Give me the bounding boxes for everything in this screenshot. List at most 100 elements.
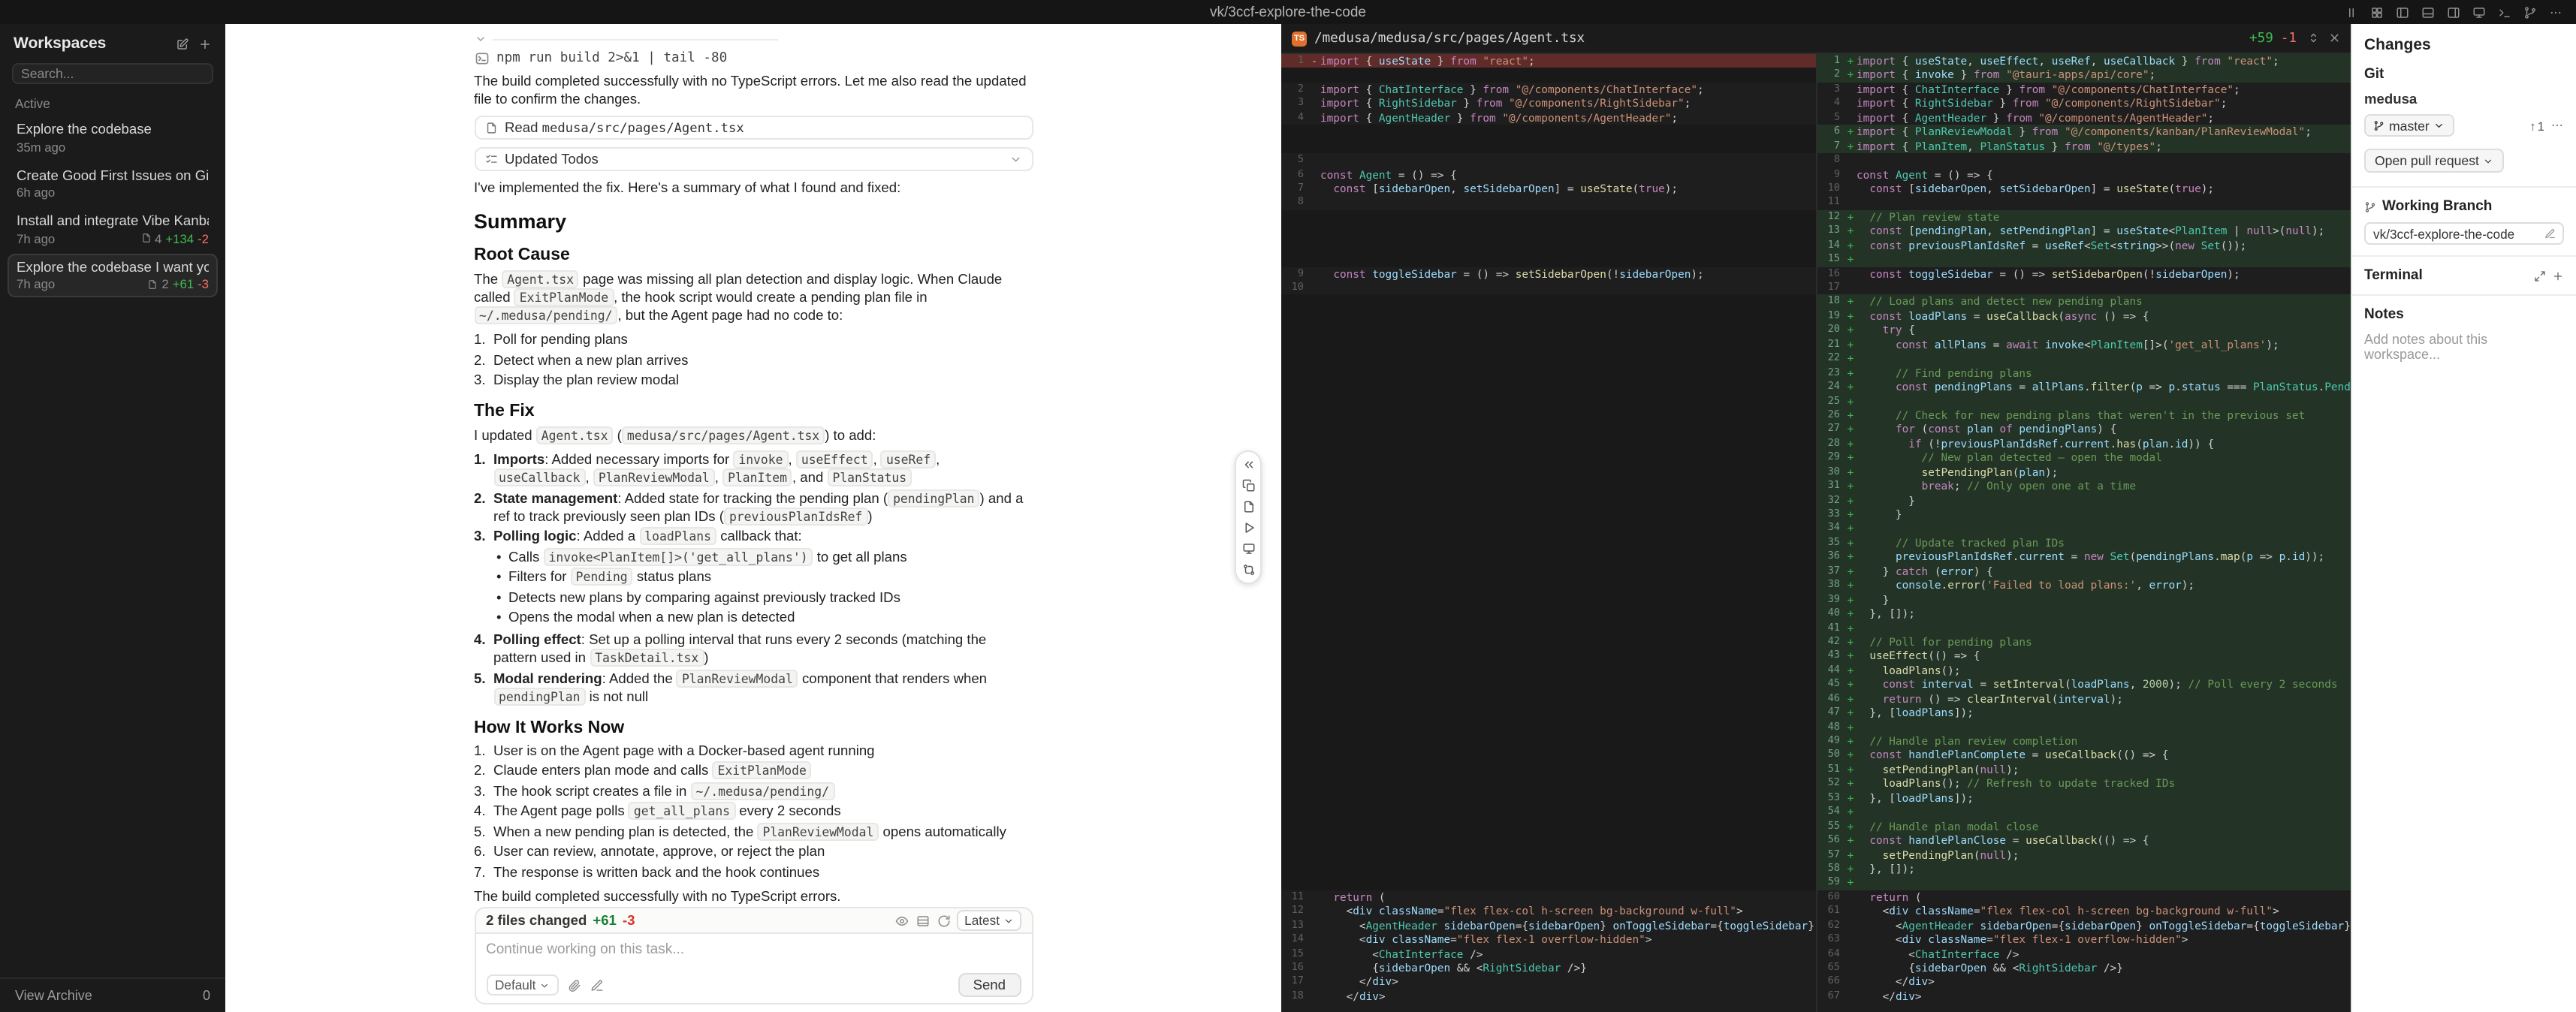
notes-section[interactable]: Notes <box>2364 306 2564 323</box>
diff-marker: + <box>1845 862 1857 876</box>
pen-icon[interactable] <box>590 978 603 992</box>
more-menu-icon[interactable] <box>2550 119 2564 132</box>
diff-line <box>1281 578 1816 592</box>
view-archive-label[interactable]: View Archive <box>15 988 92 1003</box>
code-text <box>1320 493 1816 508</box>
code-text <box>1320 592 1816 607</box>
diff-marker <box>1308 68 1320 83</box>
panel-left-icon[interactable] <box>2396 5 2409 19</box>
terminal-icon[interactable] <box>2498 5 2511 19</box>
code-text: try { <box>1857 324 2351 338</box>
monitor-icon[interactable] <box>2472 5 2486 19</box>
terminal-section[interactable]: Terminal <box>2364 267 2564 284</box>
workspace-badges: 4+134-2 <box>140 230 209 245</box>
diff-marker <box>1308 678 1320 692</box>
floating-toolbar <box>1235 450 1262 584</box>
file-icon[interactable] <box>1241 500 1255 514</box>
workspace-item[interactable]: Create Good First Issues on Github So...… <box>8 161 218 206</box>
files-changed-bar[interactable]: 2 files changed +61 -3 Latest <box>474 907 1033 934</box>
code-text: break; // Only open one at a time <box>1857 479 2351 493</box>
git-compare-icon[interactable] <box>1241 563 1255 577</box>
line-number: 33 <box>1817 508 1845 522</box>
collapsed-block[interactable] <box>474 33 1033 45</box>
diff-marker <box>1845 267 1857 281</box>
edit-icon[interactable] <box>2544 228 2555 239</box>
divider <box>2352 255 2576 257</box>
topbar-icons <box>2345 5 2576 19</box>
tool-call[interactable]: Updated Todos <box>474 147 1033 171</box>
panel-right-icon[interactable] <box>2447 5 2460 19</box>
sidebar-footer[interactable]: View Archive 0 <box>0 977 225 1012</box>
chevrons-left-icon[interactable] <box>1241 458 1255 471</box>
diff-line <box>1281 68 1816 83</box>
line-number: 12 <box>1817 210 1845 224</box>
additions-count: +61 <box>593 913 617 928</box>
code-text: // New plan detected — open the modal <box>1857 451 2351 465</box>
refresh-icon[interactable] <box>937 914 951 927</box>
message-input[interactable]: Continue working on this task... Default… <box>474 934 1033 1004</box>
chat-scroll-area[interactable]: npm run build 2>&1 | tail -80The build c… <box>225 24 1281 907</box>
line-number: 41 <box>1817 621 1845 635</box>
workspace-item[interactable]: Install and integrate Vibe Kanban Web...… <box>8 207 218 251</box>
chevron-up-down-icon[interactable] <box>2307 32 2320 45</box>
send-button[interactable]: Send <box>958 973 1021 997</box>
paperclip-icon[interactable] <box>567 978 581 992</box>
search-input[interactable] <box>21 66 204 81</box>
diff-line: 12+ // Plan review state <box>1817 210 2351 224</box>
new-terminal-icon[interactable] <box>2552 270 2564 282</box>
chevron-down-icon[interactable] <box>1009 153 1022 166</box>
git-branch-icon[interactable] <box>2523 5 2537 19</box>
inline-code: PlanReviewModal <box>677 669 798 687</box>
workspace-item[interactable]: Explore the codebase I want you to ex...… <box>8 253 218 297</box>
line-number <box>1281 649 1308 664</box>
code-text <box>1320 295 1816 309</box>
edit-square-icon[interactable] <box>176 37 189 50</box>
monitor-icon[interactable] <box>1241 542 1255 556</box>
latest-dropdown[interactable]: Latest <box>957 910 1021 931</box>
chat-content: npm run build 2>&1 | tail -80The build c… <box>474 24 1033 905</box>
bullet-item: •Opens the modal when a new plan is dete… <box>493 608 1033 626</box>
line-number: 55 <box>1817 819 1845 833</box>
tool-call[interactable]: Read medusa/src/pages/Agent.tsx <box>474 116 1033 140</box>
diff-marker <box>1308 777 1320 791</box>
diff-line: 9const Agent = () => { <box>1817 167 2351 182</box>
line-number <box>1281 691 1308 706</box>
line-number: 19 <box>1817 309 1845 324</box>
chevron-down-icon <box>538 980 549 990</box>
diff-marker <box>1308 890 1320 905</box>
terminal-command[interactable]: npm run build 2>&1 | tail -80 <box>474 51 1033 66</box>
panel-bottom-icon[interactable] <box>2421 5 2435 19</box>
code-text: <ChatInterface /> <box>1320 947 1816 961</box>
bullet-list: •Calls invoke<PlanItem[]>('get_all_plans… <box>493 547 1033 626</box>
diff-line: 15 <ChatInterface /> <box>1281 947 1816 961</box>
layout-grid-icon[interactable] <box>2370 5 2384 19</box>
list-item: 3.Display the plan review modal <box>474 371 1033 389</box>
diff-line: 12 <div className="flex flex-col h-scree… <box>1281 905 1816 919</box>
rows-icon[interactable] <box>916 914 930 927</box>
more-horizontal-icon[interactable] <box>2549 5 2562 19</box>
play-icon[interactable] <box>1241 521 1255 535</box>
model-dropdown[interactable]: Default <box>486 974 558 995</box>
plus-icon[interactable] <box>198 37 212 50</box>
branch-selector[interactable]: master <box>2364 114 2454 137</box>
chevron-down-icon[interactable] <box>474 33 486 45</box>
list-item: 7.The response is written back and the h… <box>474 863 1033 881</box>
line-number: 13 <box>1281 918 1308 932</box>
notes-placeholder[interactable]: Add notes about this workspace... <box>2364 332 2564 362</box>
copy-icon[interactable] <box>1241 479 1255 492</box>
diff-marker <box>1308 607 1320 621</box>
working-branch-input[interactable]: vk/3ccf-explore-the-code <box>2364 222 2564 245</box>
pause-icon[interactable] <box>2345 5 2358 19</box>
workspace-item[interactable]: Explore the codebase35m ago <box>8 116 218 160</box>
expand-terminal-icon[interactable] <box>2534 270 2546 282</box>
open-pr-button[interactable]: Open pull request <box>2364 149 2505 173</box>
search-box[interactable] <box>12 63 213 84</box>
line-number: 63 <box>1817 932 1845 947</box>
working-branch-label: Working Branch <box>2382 198 2492 215</box>
diff-marker <box>1308 649 1320 664</box>
diff-old-pane: 1-import { useState } from "react";2impo… <box>1281 54 1816 1012</box>
x-icon[interactable] <box>2327 32 2340 45</box>
eye-icon[interactable] <box>895 914 909 927</box>
sidebar-header-icons <box>176 37 212 50</box>
diff-marker <box>1308 947 1320 961</box>
